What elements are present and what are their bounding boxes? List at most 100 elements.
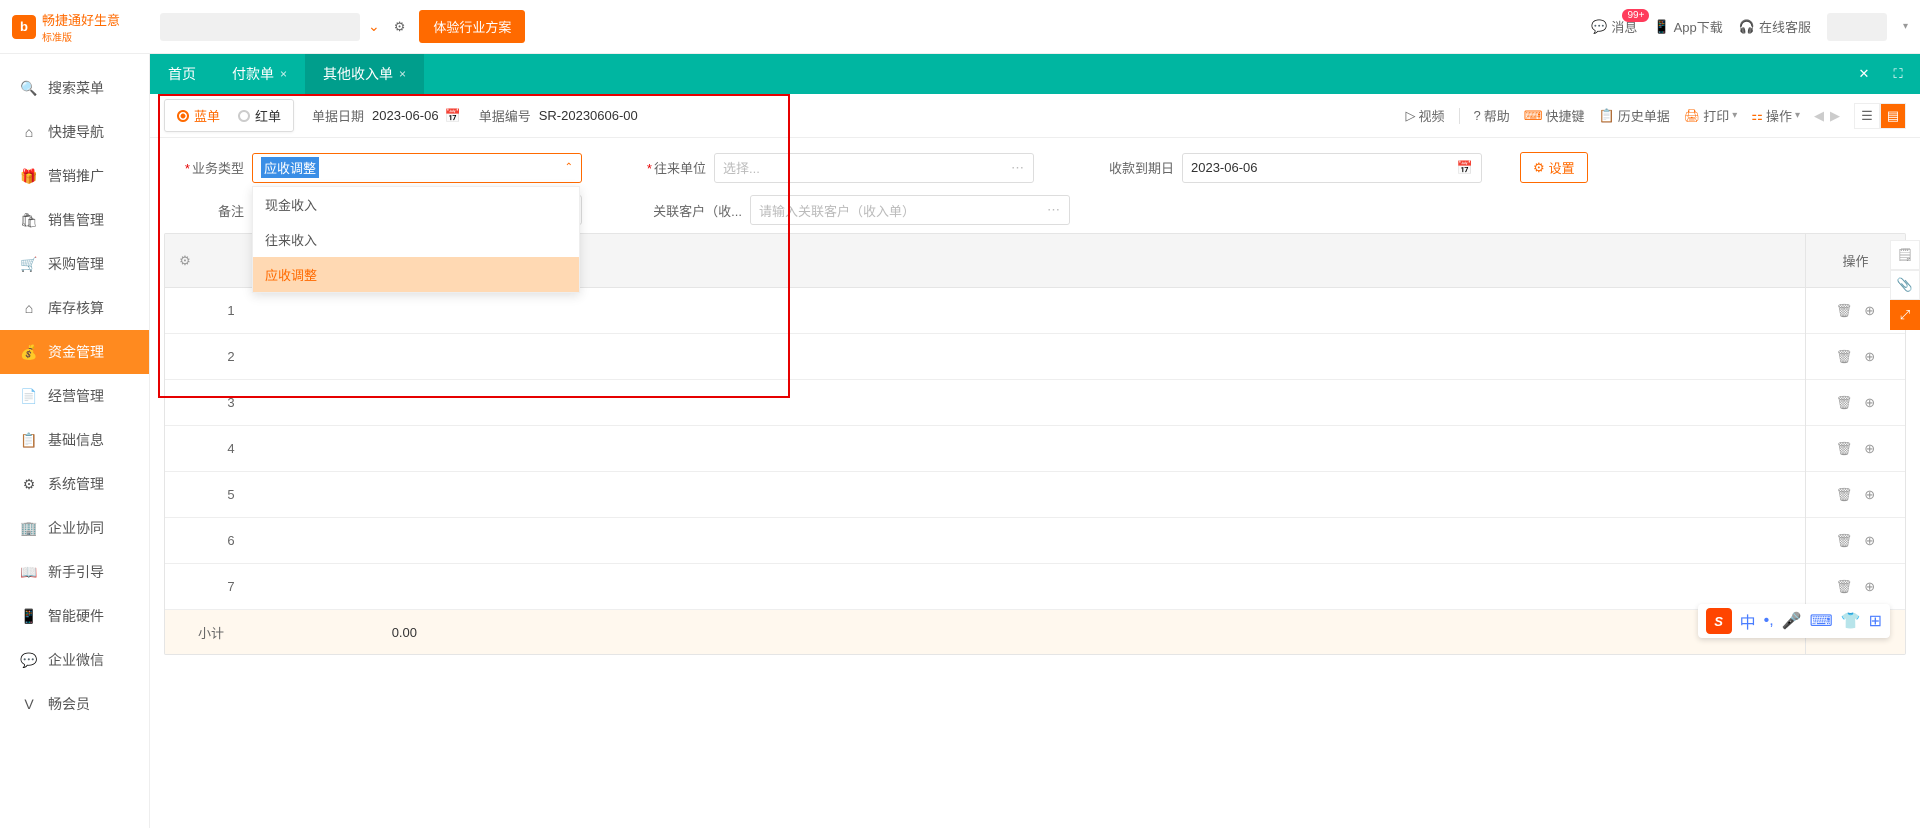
party-select[interactable]: 选择... ⋯	[714, 153, 1034, 183]
online-support-link[interactable]: 🎧 在线客服	[1739, 17, 1811, 36]
sidebar-item[interactable]: ⌂库存核算	[0, 286, 149, 330]
biz-type-select[interactable]: 应收调整 ⌃ 现金收入往来收入应收调整	[252, 153, 582, 183]
table-row[interactable]: 3	[165, 380, 1805, 426]
messages-link[interactable]: 💬 消息 99+	[1591, 17, 1637, 36]
sidebar-item[interactable]: ⚙系统管理	[0, 462, 149, 506]
radio-icon	[177, 110, 189, 122]
app-download-link[interactable]: 📱 App下载	[1653, 17, 1722, 36]
table-row[interactable]: 2	[165, 334, 1805, 380]
table-row[interactable]: 1	[165, 288, 1805, 334]
sidebar-item[interactable]: 🔍搜索菜单	[0, 66, 149, 110]
table-row[interactable]: 4	[165, 426, 1805, 472]
sidebar-icon: 🛍	[20, 211, 38, 229]
page-tab[interactable]: 付款单×	[214, 54, 305, 94]
company-selector[interactable]	[160, 13, 360, 41]
delete-icon[interactable]: 🗑	[1836, 441, 1853, 457]
delete-icon[interactable]: 🗑	[1836, 533, 1853, 549]
delete-icon[interactable]: 🗑	[1836, 349, 1853, 365]
help-link[interactable]: ?帮助	[1474, 106, 1510, 125]
link-customer-input[interactable]: 请输入关联客户（收入单） ⋯	[750, 195, 1070, 225]
page-tab[interactable]: 首页	[150, 54, 214, 94]
page-tab[interactable]: 其他收入单×	[305, 54, 424, 94]
list-view-icon[interactable]: ☰	[1854, 103, 1880, 129]
calendar-icon[interactable]: 📅	[445, 108, 461, 124]
sidebar-item[interactable]: 📱智能硬件	[0, 594, 149, 638]
video-link[interactable]: ▷视频	[1405, 106, 1444, 125]
prev-icon[interactable]: ◀	[1814, 108, 1824, 124]
note-tab-icon[interactable]: 🗒	[1890, 240, 1920, 270]
add-icon[interactable]: ⊕	[1864, 487, 1875, 503]
close-icon[interactable]: ✕	[1852, 62, 1876, 86]
party-group: *往来单位 选择... ⋯	[642, 153, 1072, 183]
delete-icon[interactable]: 🗑	[1836, 487, 1853, 503]
avatar[interactable]	[1827, 13, 1887, 41]
sidebar-item-label: 畅会员	[48, 694, 90, 714]
sidebar-item[interactable]: 📖新手引导	[0, 550, 149, 594]
table-settings-icon[interactable]: ⚙	[165, 253, 205, 269]
dropdown-option[interactable]: 往来收入	[253, 222, 579, 257]
add-icon[interactable]: ⊕	[1864, 349, 1875, 365]
sidebar-item[interactable]: 📄经营管理	[0, 374, 149, 418]
ime-dot-icon[interactable]: •,	[1764, 612, 1774, 630]
clip-tab-icon[interactable]: 📎	[1890, 270, 1920, 300]
dropdown-option[interactable]: 应收调整	[253, 257, 579, 292]
sidebar-item[interactable]: 📋基础信息	[0, 418, 149, 462]
sidebar-item[interactable]: ⌂快捷导航	[0, 110, 149, 154]
sidebar-item[interactable]: V畅会员	[0, 682, 149, 726]
table-row[interactable]: 7	[165, 564, 1805, 610]
more-icon[interactable]: ⋯	[1011, 160, 1025, 176]
keyboard-icon[interactable]: ⌨	[1810, 611, 1833, 631]
sidebar-icon: 🛒	[20, 255, 38, 273]
sidebar-item-label: 资金管理	[48, 342, 104, 362]
next-icon[interactable]: ▶	[1830, 108, 1840, 124]
doc-color-tabs: 蓝单 红单	[164, 99, 294, 132]
sogou-ime-icon[interactable]: S	[1706, 608, 1732, 634]
close-icon[interactable]: ×	[280, 67, 287, 81]
sidebar-item[interactable]: 💰资金管理	[0, 330, 149, 374]
sidebar-item[interactable]: 🛒采购管理	[0, 242, 149, 286]
form-view-icon[interactable]: ▤	[1880, 103, 1906, 129]
mic-icon[interactable]: 🎤	[1782, 611, 1802, 631]
more-icon[interactable]: ⋯	[1047, 202, 1061, 218]
operate-link[interactable]: ⚏操作▾	[1751, 106, 1800, 125]
history-link[interactable]: 📋历史单据	[1599, 106, 1670, 125]
shirt-icon[interactable]: 👕	[1841, 611, 1861, 631]
delete-icon[interactable]: 🗑	[1836, 395, 1853, 411]
sidebar-icon: 💬	[20, 651, 38, 669]
calendar-icon: 📅	[1457, 160, 1473, 176]
sidebar-item[interactable]: 💬企业微信	[0, 638, 149, 682]
delete-icon[interactable]: 🗑	[1836, 579, 1853, 595]
gear-icon[interactable]: ⚙	[394, 19, 406, 35]
table-row[interactable]: 6	[165, 518, 1805, 564]
doc-date-label: 单据日期	[312, 106, 364, 125]
chevron-down-icon[interactable]: ▾	[1903, 21, 1908, 32]
blue-doc-radio[interactable]: 蓝单	[173, 104, 224, 127]
phone-icon: 📱	[1653, 19, 1669, 35]
grid-icon[interactable]: ⊞	[1869, 611, 1882, 631]
ime-lang[interactable]: 中	[1740, 609, 1756, 633]
table-row[interactable]: 5	[165, 472, 1805, 518]
expand-tab-icon[interactable]: ⤢	[1890, 300, 1920, 330]
sidebar-item[interactable]: 🛍销售管理	[0, 198, 149, 242]
sidebar-item[interactable]: 🎁营销推广	[0, 154, 149, 198]
add-icon[interactable]: ⊕	[1864, 395, 1875, 411]
trial-industry-button[interactable]: 体验行业方案	[419, 10, 525, 43]
dropdown-option[interactable]: 现金收入	[253, 187, 579, 222]
add-icon[interactable]: ⊕	[1864, 441, 1875, 457]
close-icon[interactable]: ×	[399, 67, 406, 81]
add-icon[interactable]: ⊕	[1864, 533, 1875, 549]
add-icon[interactable]: ⊕	[1864, 579, 1875, 595]
page-tabs: 首页付款单×其他收入单× ✕ ⛶	[150, 54, 1920, 94]
settings-button[interactable]: ⚙ 设置	[1520, 152, 1588, 183]
print-link[interactable]: 🖨打印▾	[1684, 106, 1738, 125]
expand-icon[interactable]: ⛶	[1886, 62, 1910, 86]
logo-text: 畅捷通好生意	[42, 10, 120, 29]
chevron-down-icon[interactable]: ⌄	[368, 18, 380, 35]
delete-icon[interactable]: 🗑	[1836, 303, 1853, 319]
row-number: 4	[205, 441, 257, 456]
due-date-input[interactable]: 2023-06-06 📅	[1182, 153, 1482, 183]
red-doc-radio[interactable]: 红单	[234, 104, 285, 127]
shortcut-link[interactable]: ⌨快捷键	[1524, 106, 1585, 125]
sidebar-item[interactable]: 🏢企业协同	[0, 506, 149, 550]
add-icon[interactable]: ⊕	[1864, 303, 1875, 319]
